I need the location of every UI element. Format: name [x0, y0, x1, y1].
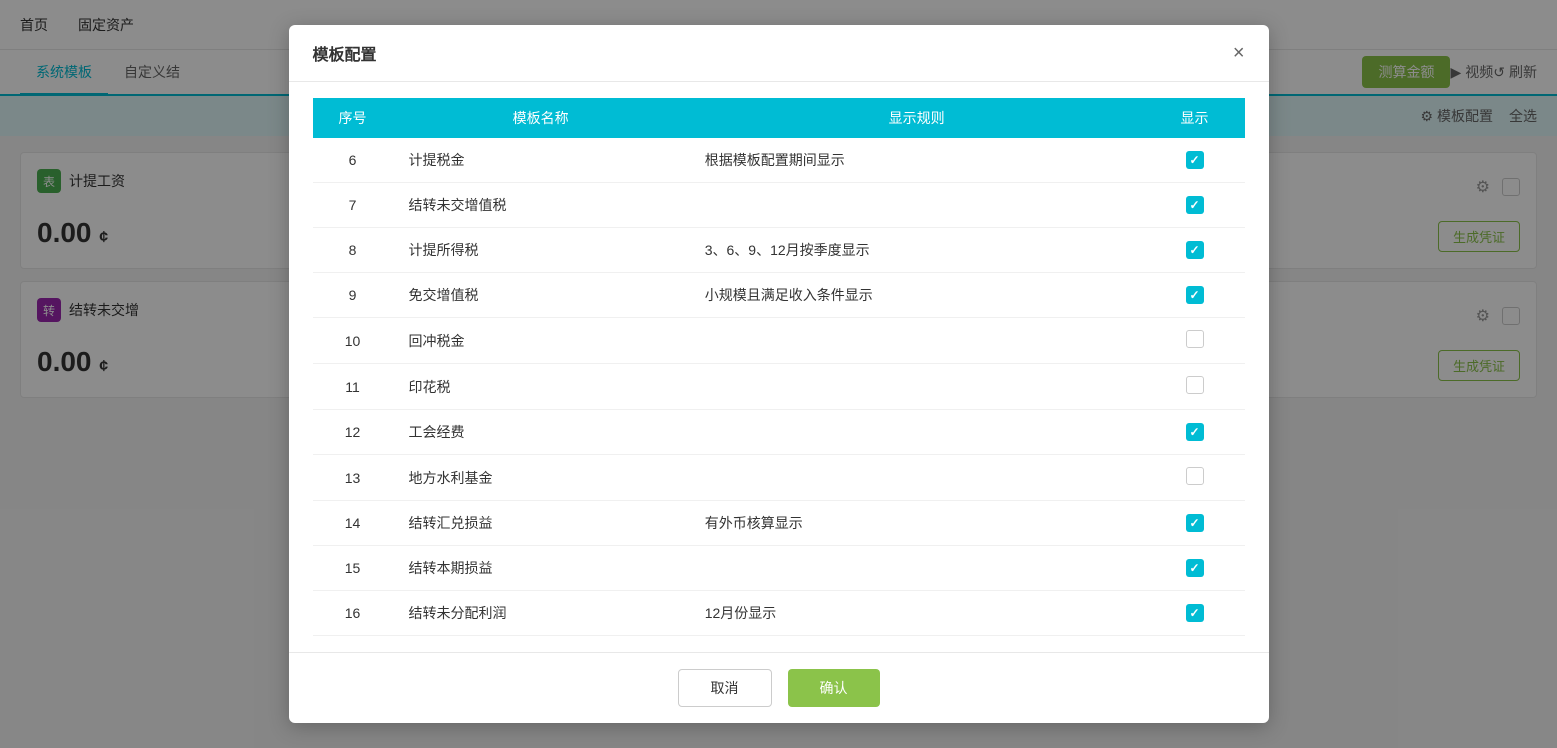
cell-name: 结转未交增值税 — [393, 183, 689, 228]
table-row: 13地方水利基金 — [313, 455, 1245, 501]
checkbox-6[interactable] — [1186, 151, 1204, 169]
cell-display[interactable] — [1145, 410, 1245, 455]
table-row: 7结转未交增值税 — [313, 183, 1245, 228]
cell-display[interactable] — [1145, 546, 1245, 591]
checkbox-8[interactable] — [1186, 241, 1204, 259]
cell-rule: 12月份显示 — [689, 591, 1145, 636]
cell-display[interactable] — [1145, 228, 1245, 273]
cell-no: 16 — [313, 591, 393, 636]
confirm-btn[interactable]: 确认 — [788, 669, 880, 707]
col-header-no: 序号 — [313, 98, 393, 138]
cell-no: 13 — [313, 455, 393, 501]
cell-no: 9 — [313, 273, 393, 318]
checkbox-13[interactable] — [1186, 467, 1204, 485]
table-row: 16结转未分配利润12月份显示 — [313, 591, 1245, 636]
cancel-btn[interactable]: 取消 — [678, 669, 772, 707]
modal-body: 序号 模板名称 显示规则 显示 6计提税金根据模板配置期间显示7结转未交增值税8… — [289, 82, 1269, 652]
cell-name: 工会经费 — [393, 410, 689, 455]
cell-display[interactable] — [1145, 591, 1245, 636]
cell-rule — [689, 546, 1145, 591]
checkbox-11[interactable] — [1186, 376, 1204, 394]
table-row: 9免交增值税小规模且满足收入条件显示 — [313, 273, 1245, 318]
cell-display[interactable] — [1145, 318, 1245, 364]
modal-footer: 取消 确认 — [289, 652, 1269, 723]
cell-no: 15 — [313, 546, 393, 591]
modal-header: 模板配置 × — [289, 25, 1269, 82]
table-row: 8计提所得税3、6、9、12月按季度显示 — [313, 228, 1245, 273]
cell-no: 6 — [313, 138, 393, 183]
cell-no: 7 — [313, 183, 393, 228]
cell-display[interactable] — [1145, 138, 1245, 183]
table-row: 15结转本期损益 — [313, 546, 1245, 591]
table-row: 10回冲税金 — [313, 318, 1245, 364]
config-table: 序号 模板名称 显示规则 显示 6计提税金根据模板配置期间显示7结转未交增值税8… — [313, 98, 1245, 636]
checkbox-16[interactable] — [1186, 604, 1204, 622]
checkbox-7[interactable] — [1186, 196, 1204, 214]
cell-rule — [689, 410, 1145, 455]
cell-display[interactable] — [1145, 273, 1245, 318]
cell-no: 14 — [313, 501, 393, 546]
cell-name: 结转未分配利润 — [393, 591, 689, 636]
cell-no: 12 — [313, 410, 393, 455]
table-row: 14结转汇兑损益有外币核算显示 — [313, 501, 1245, 546]
checkbox-15[interactable] — [1186, 559, 1204, 577]
cell-display[interactable] — [1145, 501, 1245, 546]
cell-rule — [689, 455, 1145, 501]
table-row: 6计提税金根据模板配置期间显示 — [313, 138, 1245, 183]
template-config-modal: 模板配置 × 序号 模板名称 显示规则 显示 6计提税金根据模板配置期间显示7结… — [289, 25, 1269, 723]
cell-rule: 有外币核算显示 — [689, 501, 1145, 546]
table-header-row: 序号 模板名称 显示规则 显示 — [313, 98, 1245, 138]
cell-display[interactable] — [1145, 364, 1245, 410]
cell-no: 11 — [313, 364, 393, 410]
table-row: 11印花税 — [313, 364, 1245, 410]
cell-rule — [689, 364, 1145, 410]
checkbox-12[interactable] — [1186, 423, 1204, 441]
cell-rule: 小规模且满足收入条件显示 — [689, 273, 1145, 318]
cell-rule: 3、6、9、12月按季度显示 — [689, 228, 1145, 273]
cell-display[interactable] — [1145, 183, 1245, 228]
cell-rule — [689, 183, 1145, 228]
col-header-display: 显示 — [1145, 98, 1245, 138]
modal-title: 模板配置 — [313, 41, 377, 65]
cell-name: 免交增值税 — [393, 273, 689, 318]
table-row: 12工会经费 — [313, 410, 1245, 455]
modal-close-btn[interactable]: × — [1233, 43, 1245, 63]
cell-name: 结转汇兑损益 — [393, 501, 689, 546]
col-header-rule: 显示规则 — [689, 98, 1145, 138]
checkbox-10[interactable] — [1186, 330, 1204, 348]
cell-no: 8 — [313, 228, 393, 273]
cell-rule: 根据模板配置期间显示 — [689, 138, 1145, 183]
checkbox-9[interactable] — [1186, 286, 1204, 304]
col-header-name: 模板名称 — [393, 98, 689, 138]
cell-name: 印花税 — [393, 364, 689, 410]
cell-no: 10 — [313, 318, 393, 364]
modal-overlay: 模板配置 × 序号 模板名称 显示规则 显示 6计提税金根据模板配置期间显示7结… — [0, 0, 1557, 748]
checkbox-14[interactable] — [1186, 514, 1204, 532]
cell-display[interactable] — [1145, 455, 1245, 501]
cell-name: 计提税金 — [393, 138, 689, 183]
cell-name: 计提所得税 — [393, 228, 689, 273]
cell-name: 回冲税金 — [393, 318, 689, 364]
cell-name: 结转本期损益 — [393, 546, 689, 591]
cell-rule — [689, 318, 1145, 364]
cell-name: 地方水利基金 — [393, 455, 689, 501]
